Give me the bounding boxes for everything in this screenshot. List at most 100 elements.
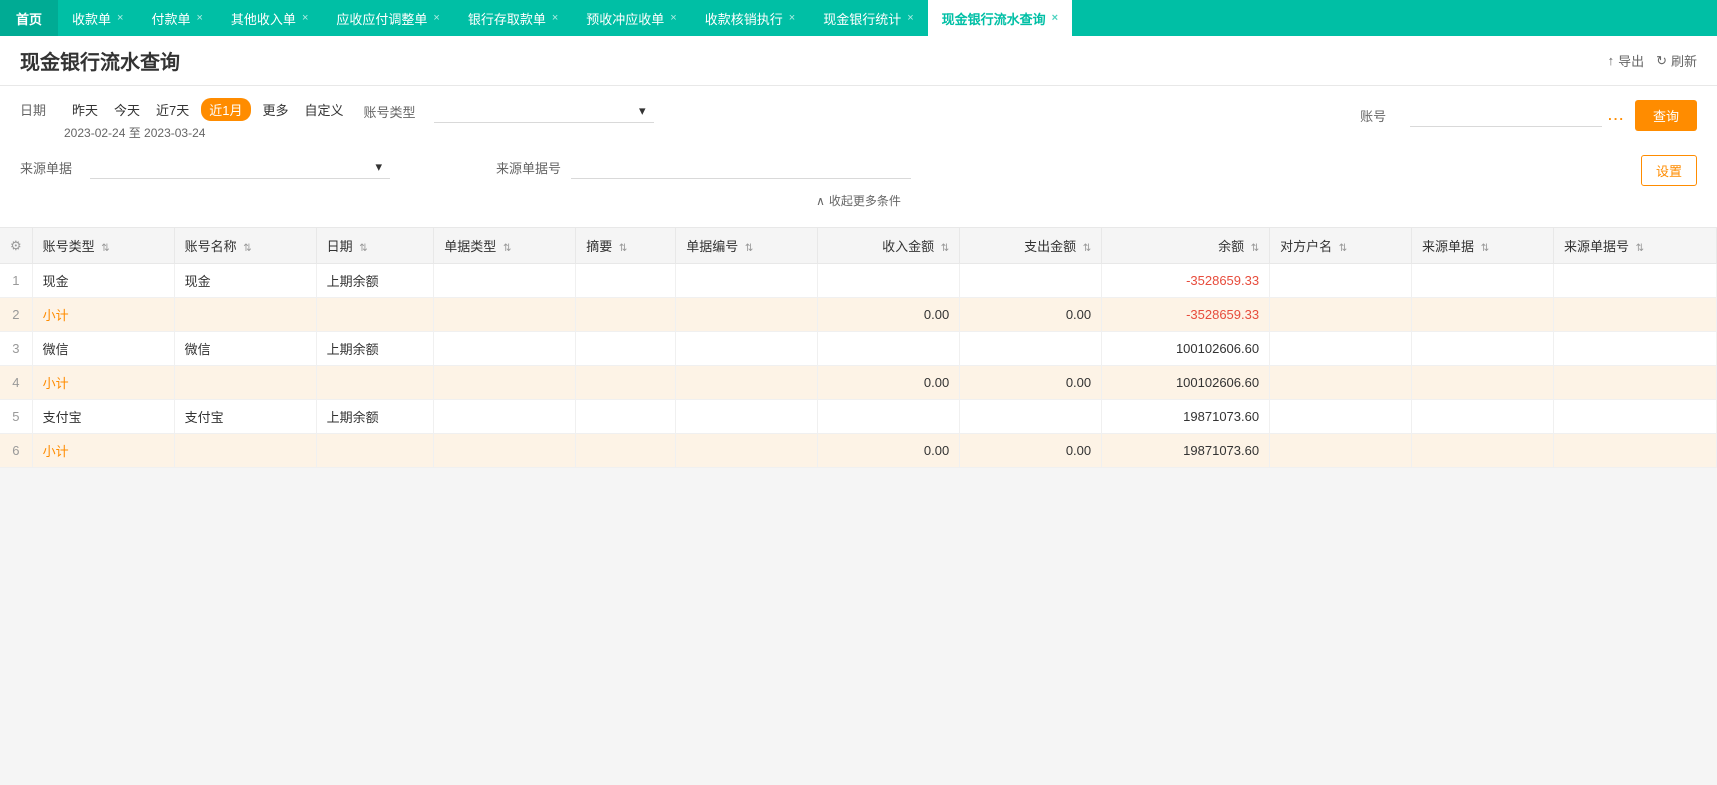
cell-income — [818, 332, 960, 366]
sort-icon: ⇅ — [359, 243, 367, 254]
nav-tab-adjustment[interactable]: 应收应付调整单 × — [322, 0, 453, 36]
nav-tab-shoukuan[interactable]: 收款单 × — [58, 0, 137, 36]
cell-source-doc-no — [1554, 298, 1717, 332]
chevron-down-icon: ▾ — [639, 103, 646, 119]
date-option-more[interactable]: 更多 — [259, 98, 293, 121]
close-icon[interactable]: × — [196, 12, 202, 24]
close-icon[interactable]: × — [117, 12, 123, 24]
cell-counterparty — [1270, 298, 1412, 332]
collapse-icon: ∧ — [816, 194, 825, 208]
cell-expense: 0.00 — [960, 434, 1102, 468]
cell-source-doc-no — [1554, 434, 1717, 468]
page-title: 现金银行流水查询 — [20, 46, 180, 75]
gear-icon[interactable]: ⚙ — [10, 238, 22, 253]
nav-tab-other-income[interactable]: 其他收入单 × — [217, 0, 322, 36]
th-expense[interactable]: 支出金额 ⇅ — [960, 228, 1102, 264]
th-date[interactable]: 日期 ⇅ — [316, 228, 434, 264]
sort-icon: ⇅ — [503, 243, 511, 254]
nav-bar: 首页 收款单 × 付款单 × 其他收入单 × 应收应付调整单 × 银行存取款单 … — [0, 0, 1717, 36]
close-icon[interactable]: × — [302, 12, 308, 24]
nav-tab-fukuan[interactable]: 付款单 × — [137, 0, 216, 36]
th-settings[interactable]: ⚙ — [0, 228, 32, 264]
cell-summary — [576, 264, 676, 298]
close-icon[interactable]: × — [552, 12, 558, 24]
source-doc-num-input[interactable] — [579, 160, 903, 175]
refresh-button[interactable]: ↻ 刷新 — [1656, 51, 1697, 70]
date-option-today[interactable]: 今天 — [110, 98, 144, 121]
cell-summary — [576, 400, 676, 434]
cell-balance: -3528659.33 — [1102, 264, 1270, 298]
cell-summary — [576, 298, 676, 332]
close-icon[interactable]: × — [433, 12, 439, 24]
account-input-wrap — [1410, 105, 1602, 127]
export-button[interactable]: ↑ 导出 — [1608, 51, 1645, 70]
account-type-select[interactable]: ▾ — [434, 100, 654, 123]
th-summary[interactable]: 摘要 ⇅ — [576, 228, 676, 264]
th-account-type[interactable]: 账号类型 ⇅ — [32, 228, 174, 264]
close-icon[interactable]: × — [670, 12, 676, 24]
date-option-7days[interactable]: 近7天 — [152, 98, 193, 121]
cell-doc-type — [434, 366, 576, 400]
account-type-label: 账号类型 — [364, 102, 424, 121]
nav-tab-collection[interactable]: 收款核销执行 × — [691, 0, 809, 36]
cell-date: 上期余额 — [316, 332, 434, 366]
date-option-1month[interactable]: 近1月 — [201, 98, 250, 121]
cell-doc-no — [676, 400, 818, 434]
close-icon[interactable]: × — [907, 12, 913, 24]
sort-icon: ⇅ — [243, 243, 251, 254]
cell-balance: 100102606.60 — [1102, 366, 1270, 400]
settings-button[interactable]: 设置 — [1641, 155, 1697, 186]
close-icon[interactable]: × — [1052, 12, 1058, 24]
cell-account-type: 现金 — [32, 264, 174, 298]
sort-icon: ⇅ — [1481, 243, 1489, 254]
nav-tab-prepay[interactable]: 预收冲应收单 × — [572, 0, 690, 36]
cell-source-doc-no — [1554, 264, 1717, 298]
collapse-label: 收起更多条件 — [829, 192, 901, 209]
th-account-name[interactable]: 账号名称 ⇅ — [174, 228, 316, 264]
account-dots[interactable]: ... — [1608, 108, 1625, 123]
row-num: 5 — [0, 400, 32, 434]
cell-doc-no — [676, 264, 818, 298]
cell-source-doc — [1412, 400, 1554, 434]
refresh-icon: ↻ — [1656, 53, 1667, 69]
cell-counterparty — [1270, 366, 1412, 400]
cell-counterparty — [1270, 264, 1412, 298]
collapse-bar[interactable]: ∧ 收起更多条件 — [20, 186, 1697, 215]
account-input[interactable] — [1418, 108, 1594, 123]
date-label: 日期 — [20, 100, 60, 119]
cell-balance: 100102606.60 — [1102, 332, 1270, 366]
close-icon[interactable]: × — [789, 12, 795, 24]
cell-doc-type — [434, 400, 576, 434]
date-option-yesterday[interactable]: 昨天 — [68, 98, 102, 121]
cell-source-doc — [1412, 298, 1554, 332]
th-source-doc[interactable]: 来源单据 ⇅ — [1412, 228, 1554, 264]
source-doc-select[interactable]: ▾ — [90, 156, 390, 179]
th-doc-no[interactable]: 单据编号 ⇅ — [676, 228, 818, 264]
cell-summary — [576, 434, 676, 468]
query-button[interactable]: 查询 — [1635, 100, 1697, 131]
cell-counterparty — [1270, 332, 1412, 366]
th-income[interactable]: 收入金额 ⇅ — [818, 228, 960, 264]
cell-doc-no — [676, 332, 818, 366]
th-source-doc-no[interactable]: 来源单据号 ⇅ — [1554, 228, 1717, 264]
date-option-custom[interactable]: 自定义 — [301, 98, 348, 121]
cell-expense — [960, 400, 1102, 434]
row-num: 4 — [0, 366, 32, 400]
th-doc-type[interactable]: 单据类型 ⇅ — [434, 228, 576, 264]
nav-tab-cash-stat[interactable]: 现金银行统计 × — [809, 0, 927, 36]
nav-home[interactable]: 首页 — [0, 0, 58, 36]
table-row: 6 小计 0.00 0.00 19871073.60 — [0, 434, 1717, 468]
nav-tab-bank-deposit[interactable]: 银行存取款单 × — [454, 0, 572, 36]
table-row: 5 支付宝 支付宝 上期余额 19871073.60 — [0, 400, 1717, 434]
table-row: 3 微信 微信 上期余额 100102606.60 — [0, 332, 1717, 366]
th-counterparty[interactable]: 对方户名 ⇅ — [1270, 228, 1412, 264]
cell-expense: 0.00 — [960, 366, 1102, 400]
th-balance[interactable]: 余额 ⇅ — [1102, 228, 1270, 264]
chevron-down-icon-2: ▾ — [375, 159, 382, 175]
nav-tab-cash-flow[interactable]: 现金银行流水查询 × — [928, 0, 1072, 36]
cell-account-name — [174, 298, 316, 332]
sort-icon: ⇅ — [941, 243, 949, 254]
cell-doc-no — [676, 366, 818, 400]
cell-account-type: 小计 — [32, 366, 174, 400]
cell-date: 上期余额 — [316, 400, 434, 434]
